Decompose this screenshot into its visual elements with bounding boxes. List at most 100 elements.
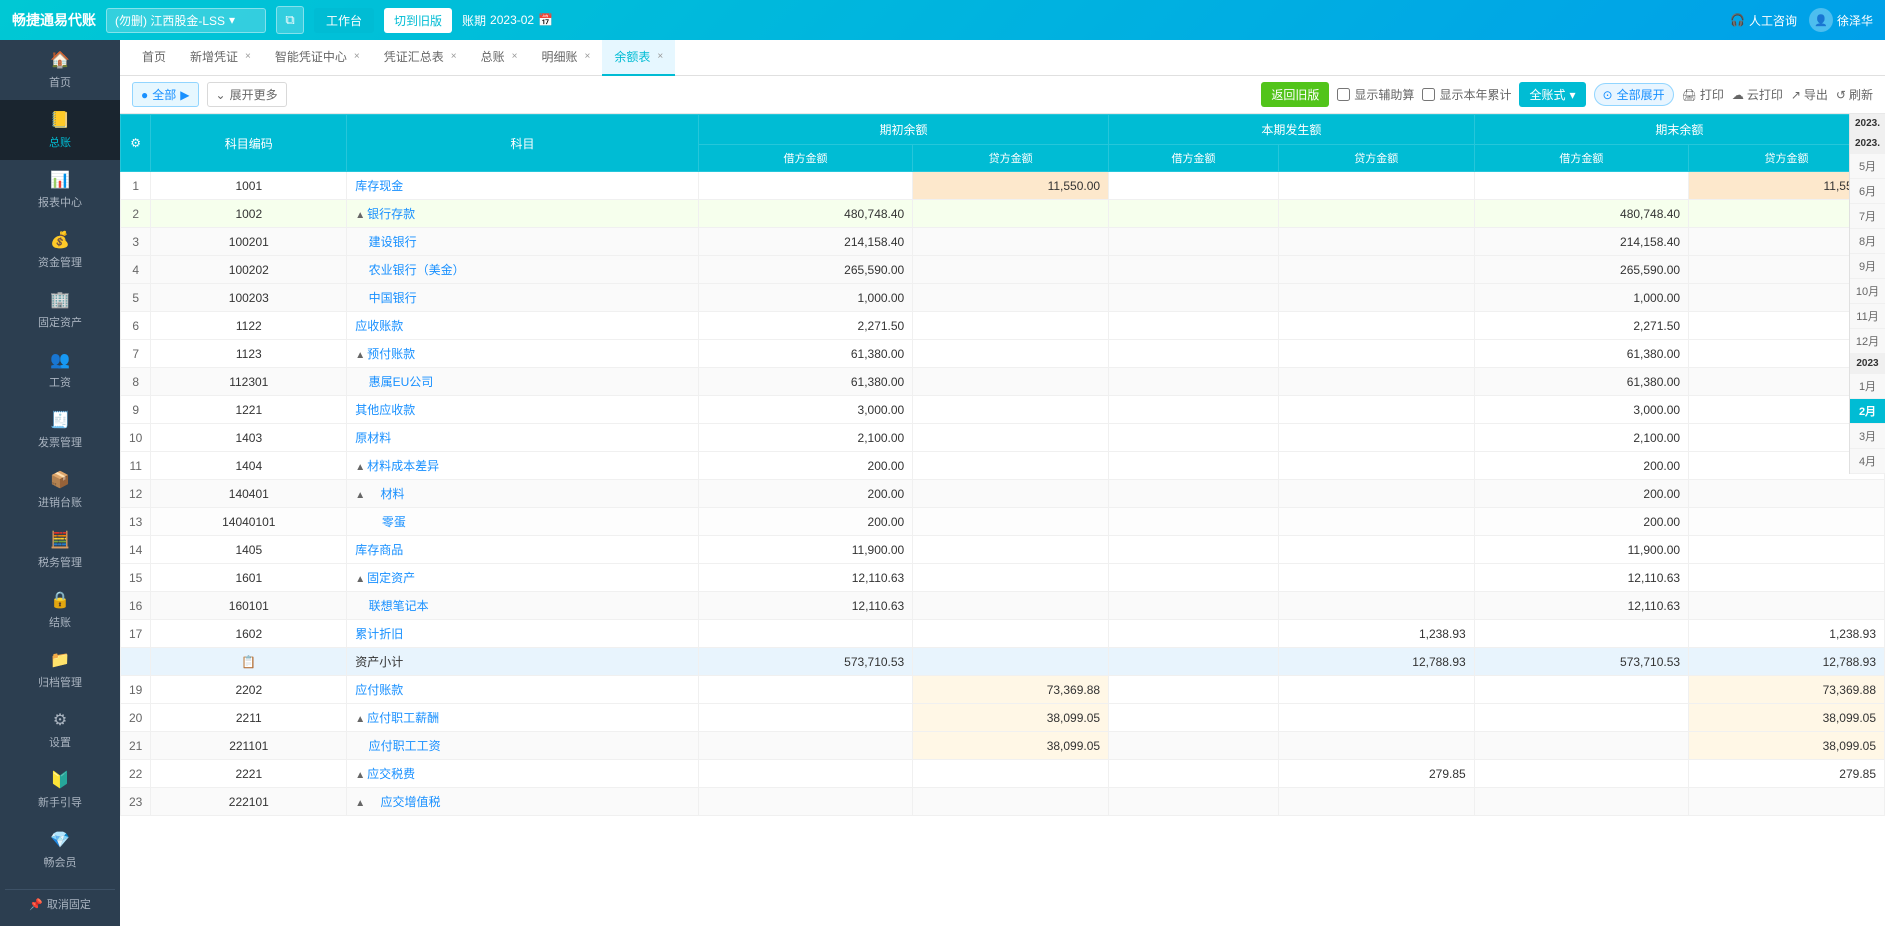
cell-name[interactable]: ▲ 应交增值税 bbox=[347, 788, 699, 816]
cell-name[interactable]: 其他应收款 bbox=[347, 396, 699, 424]
aux-checkbox-input[interactable] bbox=[1337, 88, 1350, 101]
tab-detail-ledger[interactable]: 明细账 × bbox=[529, 40, 602, 76]
account-link[interactable]: 库存商品 bbox=[355, 543, 403, 557]
account-link[interactable]: 库存现金 bbox=[355, 179, 403, 193]
sidebar-item-settings[interactable]: ⚙ 设置 bbox=[0, 700, 120, 760]
sidebar-item-closing[interactable]: 🔒 结账 bbox=[0, 580, 120, 640]
full-format-button[interactable]: 全账式 ▾ bbox=[1519, 82, 1585, 107]
cell-name[interactable]: ▲固定资产 bbox=[347, 564, 699, 592]
tab-balance-sheet[interactable]: 余额表 × bbox=[602, 40, 675, 76]
expand-icon[interactable]: ▲ bbox=[355, 798, 365, 809]
cell-name[interactable]: 零蛋 bbox=[347, 508, 699, 536]
cell-name[interactable]: ▲预付账款 bbox=[347, 340, 699, 368]
account-link[interactable]: 原材料 bbox=[355, 431, 391, 445]
cell-name[interactable]: ▲材料成本差异 bbox=[347, 452, 699, 480]
return-old-version-button[interactable]: 返回旧版 bbox=[1261, 82, 1329, 107]
tab-home[interactable]: 首页 bbox=[130, 40, 178, 76]
ytd-checkbox-input[interactable] bbox=[1422, 88, 1435, 101]
sidebar-item-ledger[interactable]: 📒 总账 bbox=[0, 100, 120, 160]
sidebar-item-guide[interactable]: 🔰 新手引导 bbox=[0, 760, 120, 820]
sidebar-item-reports[interactable]: 📊 报表中心 bbox=[0, 160, 120, 220]
tab-voucher-summary[interactable]: 凭证汇总表 × bbox=[372, 40, 469, 76]
period-nav-6[interactable]: 6月 bbox=[1850, 179, 1885, 204]
cell-name[interactable]: 中国银行 bbox=[347, 284, 699, 312]
cell-name[interactable]: 库存现金 bbox=[347, 172, 699, 200]
tab-close-smart-voucher[interactable]: × bbox=[354, 51, 360, 62]
account-link[interactable]: 应付账款 bbox=[355, 683, 403, 697]
account-link[interactable]: 银行存款 bbox=[367, 207, 415, 221]
consult-link[interactable]: 🎧 人工咨询 bbox=[1730, 12, 1797, 29]
expand-all-toggle[interactable]: ⊙ 全部展开 bbox=[1594, 83, 1674, 106]
account-link[interactable]: 中国银行 bbox=[369, 291, 417, 305]
account-link[interactable]: 应付职工薪酬 bbox=[367, 711, 439, 725]
cell-name[interactable]: ▲应付职工薪酬 bbox=[347, 704, 699, 732]
period-nav-7[interactable]: 7月 bbox=[1850, 204, 1885, 229]
account-link[interactable]: 零蛋 bbox=[382, 515, 406, 529]
period-nav-9[interactable]: 9月 bbox=[1850, 254, 1885, 279]
cell-name[interactable]: 应付职工工资 bbox=[347, 732, 699, 760]
cell-name[interactable]: ▲应交税费 bbox=[347, 760, 699, 788]
cell-name[interactable]: ▲银行存款 bbox=[347, 200, 699, 228]
sidebar-item-tax[interactable]: 🧮 税务管理 bbox=[0, 520, 120, 580]
expand-icon[interactable]: ▲ bbox=[355, 210, 365, 221]
account-link[interactable]: 材料成本差异 bbox=[367, 459, 439, 473]
pin-fixed-button[interactable]: 📌 取消固定 bbox=[5, 889, 115, 918]
sidebar-item-payroll[interactable]: 👥 工资 bbox=[0, 340, 120, 400]
tab-close-new-voucher[interactable]: × bbox=[245, 51, 251, 62]
account-link[interactable]: 其他应收款 bbox=[355, 403, 415, 417]
copy-icon[interactable]: ⧉ bbox=[276, 6, 304, 34]
tab-smart-voucher[interactable]: 智能凭证中心 × bbox=[263, 40, 372, 76]
workbench-button[interactable]: 工作台 bbox=[314, 8, 374, 33]
expand-icon[interactable]: ▲ bbox=[355, 574, 365, 585]
tab-close-voucher-summary[interactable]: × bbox=[451, 51, 457, 62]
account-link[interactable]: 建设银行 bbox=[369, 235, 417, 249]
sidebar-item-invoices[interactable]: 🧾 发票管理 bbox=[0, 400, 120, 460]
filter-all-button[interactable]: ● 全部 ▶ bbox=[132, 82, 199, 107]
period-nav-11[interactable]: 11月 bbox=[1850, 304, 1885, 329]
switch-version-button[interactable]: 切到旧版 bbox=[384, 8, 452, 33]
expand-icon[interactable]: ▲ bbox=[355, 770, 365, 781]
cell-name[interactable]: 惠属EU公司 bbox=[347, 368, 699, 396]
account-link[interactable]: 联想笔记本 bbox=[369, 599, 429, 613]
tab-close-detail-ledger[interactable]: × bbox=[584, 51, 590, 62]
sidebar-item-assets[interactable]: 🏢 固定资产 bbox=[0, 280, 120, 340]
account-link[interactable]: 应交税费 bbox=[367, 767, 415, 781]
account-link[interactable]: 累计折旧 bbox=[355, 627, 403, 641]
user-menu[interactable]: 👤 徐泽华 bbox=[1809, 8, 1873, 32]
company-selector[interactable]: (勿删) 江西股金-LSS ▾ bbox=[106, 8, 266, 33]
expand-icon[interactable]: ▲ bbox=[355, 714, 365, 725]
period-nav-5[interactable]: 5月 bbox=[1850, 154, 1885, 179]
tab-new-voucher[interactable]: 新增凭证 × bbox=[178, 40, 263, 76]
period-nav-4[interactable]: 4月 bbox=[1850, 449, 1885, 474]
tab-general-ledger[interactable]: 总账 × bbox=[469, 40, 530, 76]
expand-icon[interactable]: ▲ bbox=[355, 490, 365, 501]
show-aux-checkbox[interactable]: 显示辅助算 bbox=[1337, 86, 1414, 103]
sidebar-item-archive[interactable]: 📁 归档管理 bbox=[0, 640, 120, 700]
cell-name[interactable]: 农业银行（美金） bbox=[347, 256, 699, 284]
show-ytd-checkbox[interactable]: 显示本年累计 bbox=[1422, 86, 1511, 103]
cell-name[interactable]: 应收账款 bbox=[347, 312, 699, 340]
tab-close-general-ledger[interactable]: × bbox=[512, 51, 518, 62]
account-link[interactable]: 应收账款 bbox=[355, 319, 403, 333]
account-link[interactable]: 惠属EU公司 bbox=[369, 375, 434, 389]
cell-name[interactable]: 资产小计 bbox=[347, 648, 699, 676]
sidebar-item-member[interactable]: 💎 畅会员 bbox=[0, 820, 120, 880]
account-link[interactable]: 预付账款 bbox=[367, 347, 415, 361]
cell-name[interactable]: 原材料 bbox=[347, 424, 699, 452]
export-button[interactable]: ↗ 导出 bbox=[1791, 86, 1828, 103]
sidebar-item-home[interactable]: 🏠 首页 bbox=[0, 40, 120, 100]
expand-more-button[interactable]: ⌄ 展开更多 bbox=[207, 82, 287, 107]
account-link[interactable]: 材料 bbox=[380, 487, 404, 501]
expand-icon[interactable]: ▲ bbox=[355, 462, 365, 473]
account-link[interactable]: 农业银行（美金） bbox=[369, 263, 465, 277]
expand-icon[interactable]: ▲ bbox=[355, 350, 365, 361]
cloud-print-button[interactable]: ☁ 云打印 bbox=[1732, 86, 1783, 103]
settings-cell[interactable]: ⚙ bbox=[121, 115, 151, 172]
period-nav-3[interactable]: 3月 bbox=[1850, 424, 1885, 449]
period-nav-10[interactable]: 10月 bbox=[1850, 279, 1885, 304]
sidebar-item-funds[interactable]: 💰 资金管理 bbox=[0, 220, 120, 280]
cell-name[interactable]: 应付账款 bbox=[347, 676, 699, 704]
period-nav-2[interactable]: 2月 bbox=[1850, 399, 1885, 424]
account-link[interactable]: 应付职工工资 bbox=[369, 739, 441, 753]
account-link[interactable]: 应交增值税 bbox=[380, 795, 440, 809]
